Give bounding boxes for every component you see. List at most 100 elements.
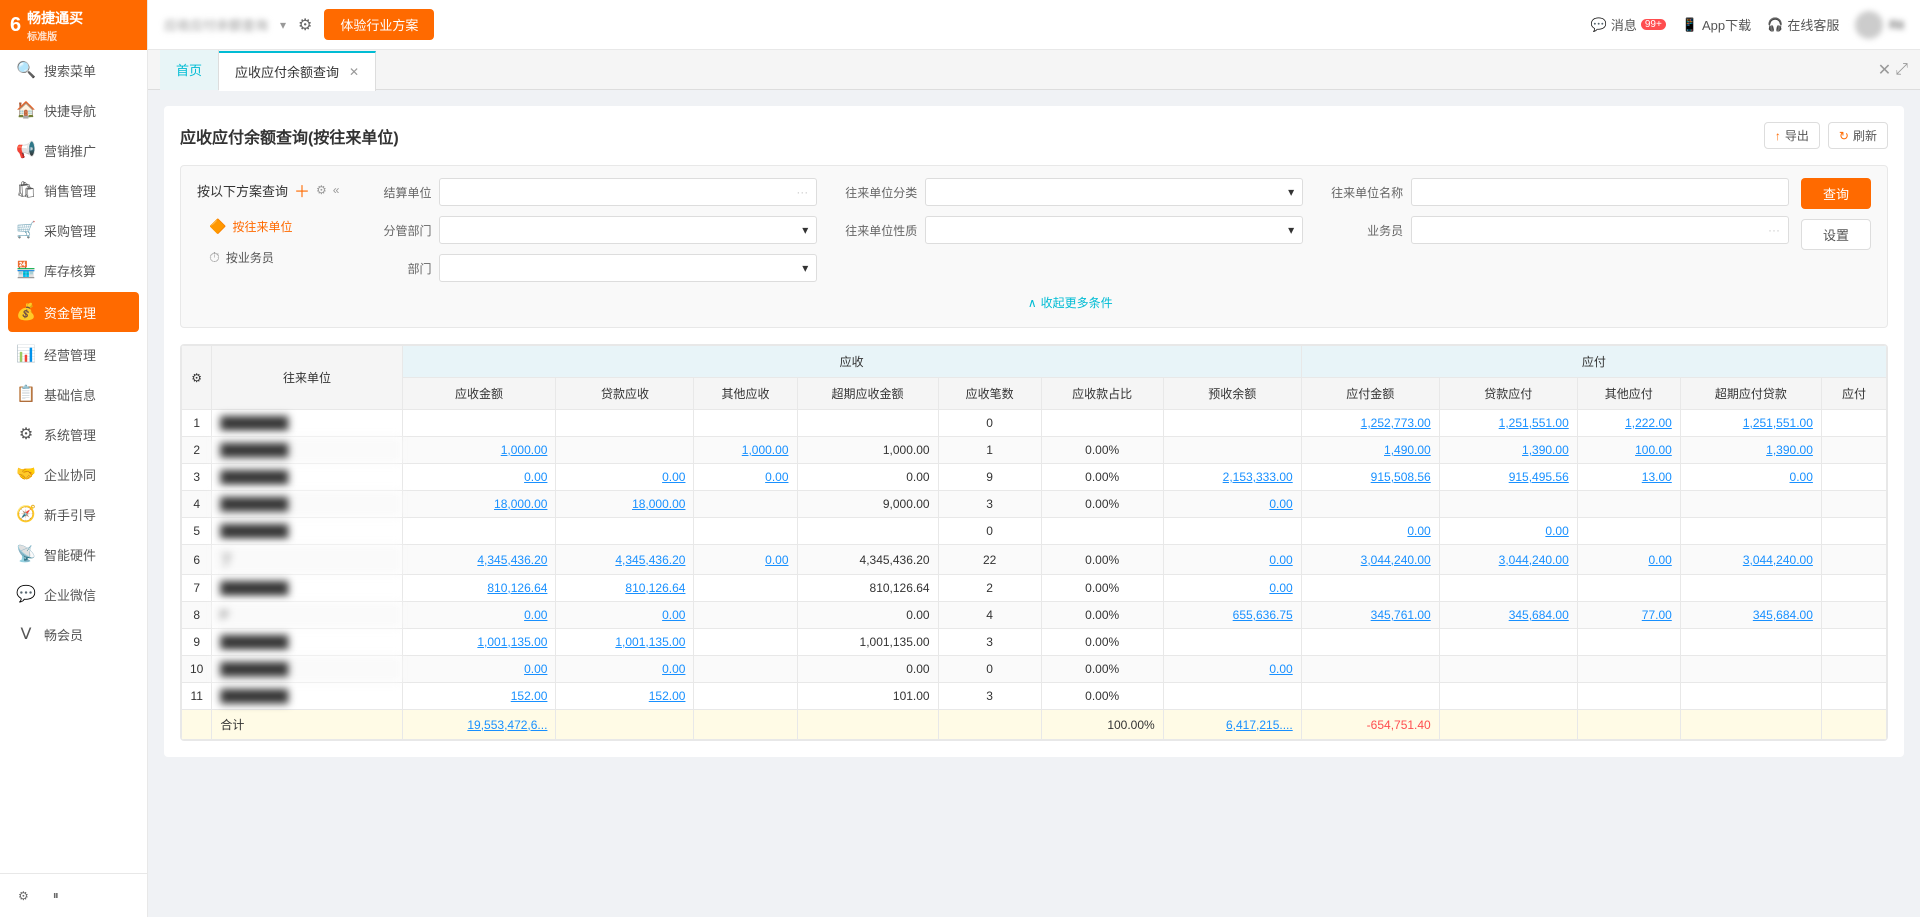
page-title: 应收应付余额查询(按往来单位) <box>180 124 399 148</box>
sidebar-item-label-marketing: 营销推广 <box>44 141 96 160</box>
footer-empty1 <box>182 710 212 740</box>
tab-close-icon[interactable]: ✕ <box>349 65 359 79</box>
footer-ap-loan <box>1439 710 1577 740</box>
sidebar-item-finance[interactable]: 💰 资金管理 <box>8 292 139 332</box>
breadcrumb-text: 应收应付余额查询 <box>164 15 268 34</box>
sidebar-item-marketing[interactable]: 📢 营销推广 <box>0 130 147 170</box>
unit-name-input[interactable] <box>1411 178 1789 206</box>
footer-ap-other <box>1577 710 1680 740</box>
footer-ar-count <box>938 710 1041 740</box>
table-row: 3████████0.000.000.000.0090.00%2,153,333… <box>182 464 1887 491</box>
sidebar-item-label-purchase: 采购管理 <box>44 221 96 240</box>
sidebar-item-label-quick: 快捷导航 <box>44 101 96 120</box>
messages-btn[interactable]: 💬 消息 99+ <box>1591 15 1666 34</box>
mode-by-unit[interactable]: 🔶 按往来单位 <box>197 212 339 241</box>
balance-tab-label: 应收应付余额查询 <box>235 62 339 81</box>
collapse-sidebar-btn[interactable]: ⏸ <box>45 884 67 907</box>
sidebar-item-sales[interactable]: 🛍 销售管理 <box>0 170 147 210</box>
tab-home[interactable]: 首页 <box>160 50 219 90</box>
sidebar-item-basic[interactable]: 📋 基础信息 <box>0 374 147 414</box>
footer-ar-total[interactable]: 19,553,472,6... <box>402 710 556 740</box>
salesperson-dots: ··· <box>1768 223 1780 237</box>
logo-icon: 6 <box>10 14 21 37</box>
table-row: 9████████1,001,135.001,001,135.001,001,1… <box>182 629 1887 656</box>
page-header: 应收应付余额查询(按往来单位) ↑ 导出 ↻ 刷新 <box>180 122 1888 149</box>
filter-row-salesperson: 业务员 ··· <box>1323 216 1789 244</box>
sidebar-item-label-member: 畅会员 <box>44 625 83 644</box>
message-icon: 💬 <box>1591 17 1607 33</box>
filter-row-unit-cat: 往来单位分类 ▾ <box>837 178 1303 206</box>
sidebar-item-hardware[interactable]: 📡 智能硬件 <box>0 534 147 574</box>
header-gear-icon[interactable]: ⚙ <box>298 15 312 35</box>
sidebar-item-wechat[interactable]: 💬 企业微信 <box>0 574 147 614</box>
mode-staff-icon: ⏱ <box>209 249 220 266</box>
sidebar-item-purchase[interactable]: 🛒 采购管理 <box>0 210 147 250</box>
th-ar-count: 应收笔数 <box>938 378 1041 410</box>
sidebar-item-system[interactable]: ⚙ 系统管理 <box>0 414 147 454</box>
hardware-icon: 📡 <box>16 544 36 564</box>
footer-label: 合计 <box>212 710 402 740</box>
export-button[interactable]: ↑ 导出 <box>1764 122 1820 149</box>
service-btn[interactable]: 🎧 在线客服 <box>1767 15 1839 34</box>
footer-prepay[interactable]: 6,417,215.... <box>1163 710 1301 740</box>
sidebar-item-search[interactable]: 🔍 搜索菜单 <box>0 50 147 90</box>
header-right: 💬 消息 99+ 📱 App下载 🎧 在线客服 Rit <box>1591 11 1904 39</box>
dept-mgr-input[interactable]: ▾ <box>439 216 817 244</box>
table-row: 4████████18,000.0018,000.009,000.0030.00… <box>182 491 1887 518</box>
wechat-icon: 💬 <box>16 584 36 604</box>
table-row: 10████████0.000.000.0000.00%0.00 <box>182 656 1887 683</box>
table-settings-icon[interactable]: ⚙ <box>191 371 202 385</box>
sidebar-item-label-guide: 新手引导 <box>44 505 96 524</box>
set-button[interactable]: 设置 <box>1801 219 1871 250</box>
refresh-button[interactable]: ↻ 刷新 <box>1828 122 1888 149</box>
th-ar-pct: 应收款占比 <box>1041 378 1163 410</box>
query-button[interactable]: 查询 <box>1801 178 1871 209</box>
settings-footer-btn[interactable]: ⚙ <box>10 885 37 907</box>
logo: 6 畅捷通买 标准版 <box>0 0 147 50</box>
dept2-input[interactable]: ▾ <box>439 254 817 282</box>
th-ap-amount: 应付金额 <box>1301 378 1439 410</box>
sidebar-item-guide[interactable]: 🧭 新手引导 <box>0 494 147 534</box>
tab-bar-actions: ✕ ⤢ <box>1878 60 1908 80</box>
th-settings[interactable]: ⚙ <box>182 346 212 410</box>
close-window-btn[interactable]: ✕ <box>1878 60 1891 80</box>
marketing-icon: 📢 <box>16 140 36 160</box>
filter-label: 按以下方案查询 <box>197 181 288 200</box>
promo-button[interactable]: 体验行业方案 <box>324 9 434 40</box>
th-ap-other: 其他应付 <box>1577 378 1680 410</box>
collab-icon: 🤝 <box>16 464 36 484</box>
tab-balance[interactable]: 应收应付余额查询 ✕ <box>219 51 376 91</box>
refresh-icon: ↻ <box>1839 129 1849 143</box>
sidebar-item-member[interactable]: Ⅴ 畅会员 <box>0 614 147 654</box>
settings-filter-icon[interactable]: ⚙ <box>316 183 327 197</box>
collapse-more-btn[interactable]: ∧ 收起更多条件 <box>351 290 1789 315</box>
system-icon: ⚙ <box>16 424 36 444</box>
th-receivable-group: 应收 <box>402 346 1301 378</box>
footer-ap-total: -654,751.40 <box>1301 710 1439 740</box>
settlement-input[interactable]: ··· <box>439 178 817 206</box>
home-tab-label: 首页 <box>176 60 202 79</box>
sidebar-item-quick[interactable]: 🏠 快捷导航 <box>0 90 147 130</box>
sidebar-item-collab[interactable]: 🤝 企业协同 <box>0 454 147 494</box>
fullscreen-btn[interactable]: ⤢ <box>1895 60 1908 80</box>
page-actions: ↑ 导出 ↻ 刷新 <box>1764 122 1888 149</box>
mode-by-staff[interactable]: ⏱ 按业务员 <box>197 243 339 272</box>
unit-nature-input[interactable]: ▾ <box>925 216 1303 244</box>
table-row: 1████████01,252,773.001,251,551.001,222.… <box>182 410 1887 437</box>
export-icon: ↑ <box>1775 129 1781 143</box>
user-info: Rit <box>1855 11 1904 39</box>
salesperson-input[interactable]: ··· <box>1411 216 1789 244</box>
collapse-label: 收起更多条件 <box>1041 294 1113 311</box>
sidebar-item-operation[interactable]: 📊 经营管理 <box>0 334 147 374</box>
sidebar-item-warehouse[interactable]: 🏪 库存核算 <box>0 250 147 290</box>
avatar <box>1855 11 1883 39</box>
footer-ar-other <box>694 710 797 740</box>
sidebar-item-label-finance: 资金管理 <box>44 303 96 322</box>
finance-icon: 💰 <box>16 302 36 322</box>
unit-nature-label: 往来单位性质 <box>837 222 917 239</box>
unit-cat-input[interactable]: ▾ <box>925 178 1303 206</box>
collapse-filter-icon[interactable]: « <box>333 183 340 197</box>
dept-mgr-label: 分管部门 <box>351 222 431 239</box>
app-download-btn[interactable]: 📱 App下载 <box>1682 15 1751 34</box>
add-filter-icon[interactable]: ＋ <box>294 178 310 202</box>
